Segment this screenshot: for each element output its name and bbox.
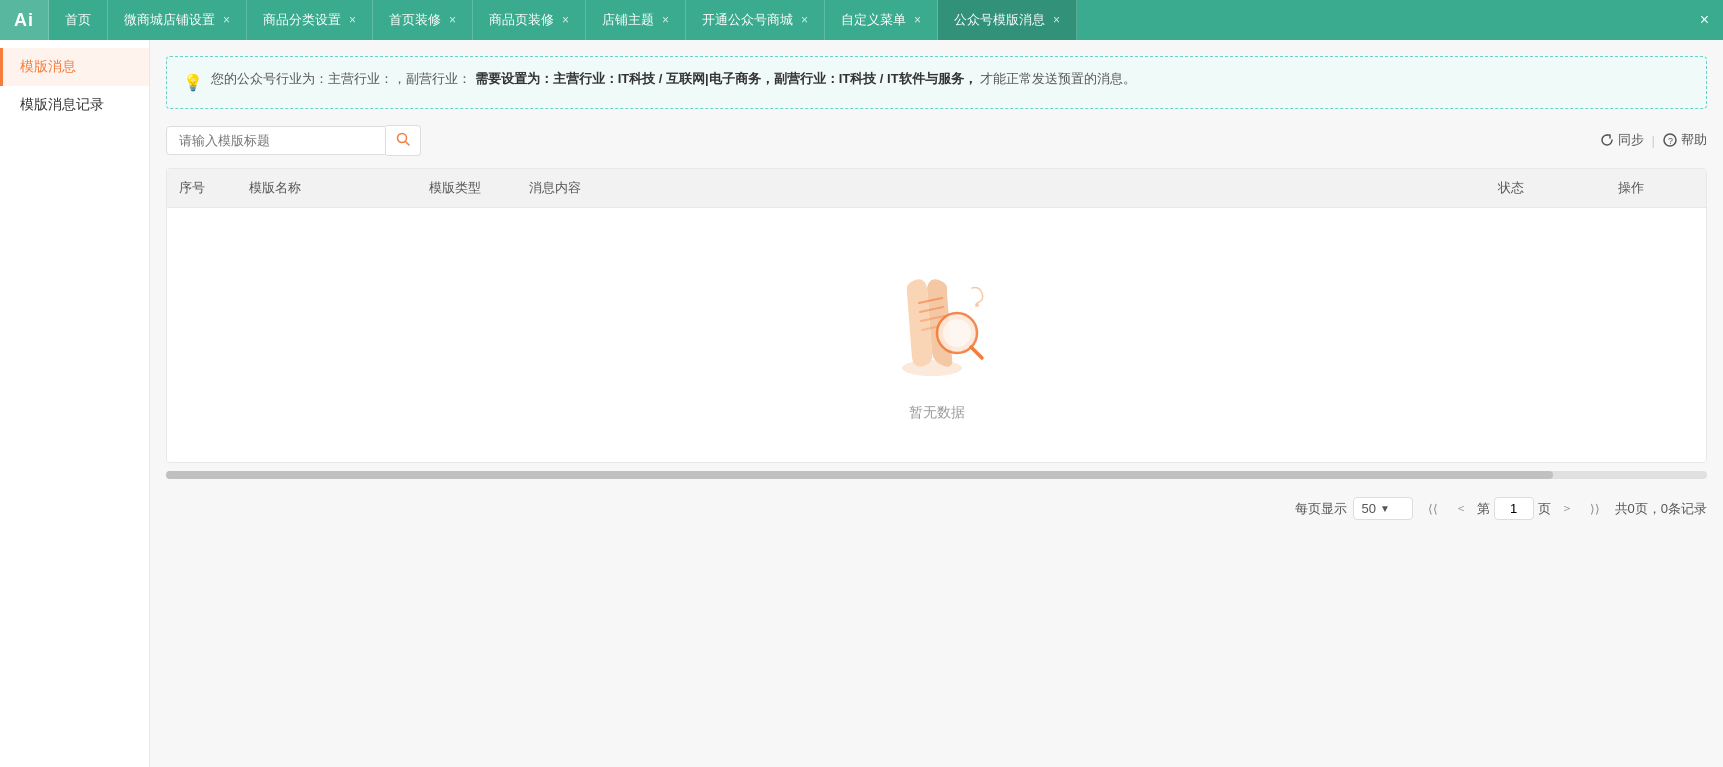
svg-line-11 <box>971 347 982 358</box>
close-open-mall[interactable]: × <box>801 13 808 27</box>
tab-bar: Ai 首页 微商城店铺设置 × 商品分类设置 × 首页装修 × 商品页装修 × … <box>0 0 1723 40</box>
tab-product-page[interactable]: 商品页装修 × <box>473 0 586 40</box>
scroll-thumb[interactable] <box>166 471 1553 479</box>
svg-point-4 <box>902 360 962 376</box>
tab-shop-theme[interactable]: 店铺主题 × <box>586 0 686 40</box>
col-name: 模版名称 <box>237 169 417 208</box>
search-button[interactable] <box>386 125 421 156</box>
help-button[interactable]: ? 帮助 <box>1663 131 1707 149</box>
tab-custom-menu[interactable]: 自定义菜单 × <box>825 0 938 40</box>
close-homepage[interactable]: × <box>449 13 456 27</box>
close-custom-menu[interactable]: × <box>914 13 921 27</box>
data-table-wrapper: 序号 模版名称 模版类型 消息内容 状态 操作 <box>166 168 1707 463</box>
tab-home[interactable]: 首页 <box>49 0 108 40</box>
tab-category[interactable]: 商品分类设置 × <box>247 0 373 40</box>
main-layout: 模版消息 模版消息记录 💡 您的公众号行业为：主营行业：，副营行业： 需要设置为… <box>0 40 1723 767</box>
table-header-row: 序号 模版名称 模版类型 消息内容 状态 操作 <box>167 169 1706 208</box>
svg-line-1 <box>406 141 410 145</box>
svg-text:?: ? <box>1668 136 1673 146</box>
col-action: 操作 <box>1606 169 1706 208</box>
help-icon: ? <box>1663 133 1677 147</box>
search-bar: 同步 | ? 帮助 <box>166 125 1707 156</box>
first-page-button[interactable]: ⟨⟨ <box>1421 497 1445 521</box>
close-all-tabs[interactable]: × <box>1686 11 1723 29</box>
logo-tab: Ai <box>0 0 49 40</box>
last-page-button[interactable]: ⟩⟩ <box>1583 497 1607 521</box>
scroll-track[interactable] <box>166 471 1707 479</box>
chevron-down-icon: ▼ <box>1380 503 1390 514</box>
col-type: 模版类型 <box>417 169 517 208</box>
search-icon <box>396 132 410 146</box>
page-nav: ⟨⟨ ＜ 第 页 ＞ ⟩⟩ <box>1421 497 1607 521</box>
close-shop-theme[interactable]: × <box>662 13 669 27</box>
empty-state: 暂无数据 <box>167 208 1706 462</box>
col-content: 消息内容 <box>517 169 1486 208</box>
total-info: 共0页，0条记录 <box>1615 500 1707 518</box>
close-category[interactable]: × <box>349 13 356 27</box>
content-area: 💡 您的公众号行业为：主营行业：，副营行业： 需要设置为：主营行业：IT科技 /… <box>150 40 1723 767</box>
sync-icon <box>1600 133 1614 147</box>
tab-template-msg[interactable]: 公众号模版消息 × <box>938 0 1077 40</box>
search-right: 同步 | ? 帮助 <box>1600 131 1707 149</box>
prev-page-button[interactable]: ＜ <box>1449 497 1473 521</box>
empty-text: 暂无数据 <box>909 404 965 422</box>
table-body: 暂无数据 <box>167 207 1706 462</box>
sidebar-item-template-log[interactable]: 模版消息记录 <box>0 86 149 124</box>
svg-point-10 <box>943 319 971 347</box>
empty-illustration <box>877 268 997 388</box>
data-table: 序号 模版名称 模版类型 消息内容 状态 操作 <box>167 169 1706 462</box>
notice-icon: 💡 <box>183 70 203 96</box>
sidebar: 模版消息 模版消息记录 <box>0 40 150 767</box>
page-input[interactable] <box>1494 497 1534 520</box>
close-template-msg[interactable]: × <box>1053 13 1060 27</box>
svg-point-12 <box>975 303 979 307</box>
search-input[interactable] <box>166 126 386 155</box>
next-page-button[interactable]: ＞ <box>1555 497 1579 521</box>
search-left <box>166 125 421 156</box>
col-seq: 序号 <box>167 169 237 208</box>
sidebar-item-template-msg[interactable]: 模版消息 <box>0 48 149 86</box>
col-status: 状态 <box>1486 169 1606 208</box>
tab-wechat-shop[interactable]: 微商城店铺设置 × <box>108 0 247 40</box>
notice-box: 💡 您的公众号行业为：主营行业：，副营行业： 需要设置为：主营行业：IT科技 /… <box>166 56 1707 109</box>
close-product-page[interactable]: × <box>562 13 569 27</box>
pagination: 每页显示 50 ▼ ⟨⟨ ＜ 第 页 ＞ ⟩⟩ 共0页，0条记录 <box>166 487 1707 531</box>
empty-row: 暂无数据 <box>167 207 1706 462</box>
page-size-selector: 每页显示 50 ▼ <box>1295 497 1413 520</box>
tab-open-mall[interactable]: 开通公众号商城 × <box>686 0 825 40</box>
divider: | <box>1652 133 1655 148</box>
page-size-dropdown[interactable]: 50 ▼ <box>1353 497 1413 520</box>
tab-homepage[interactable]: 首页装修 × <box>373 0 473 40</box>
sync-button[interactable]: 同步 <box>1600 131 1644 149</box>
close-wechat-shop[interactable]: × <box>223 13 230 27</box>
